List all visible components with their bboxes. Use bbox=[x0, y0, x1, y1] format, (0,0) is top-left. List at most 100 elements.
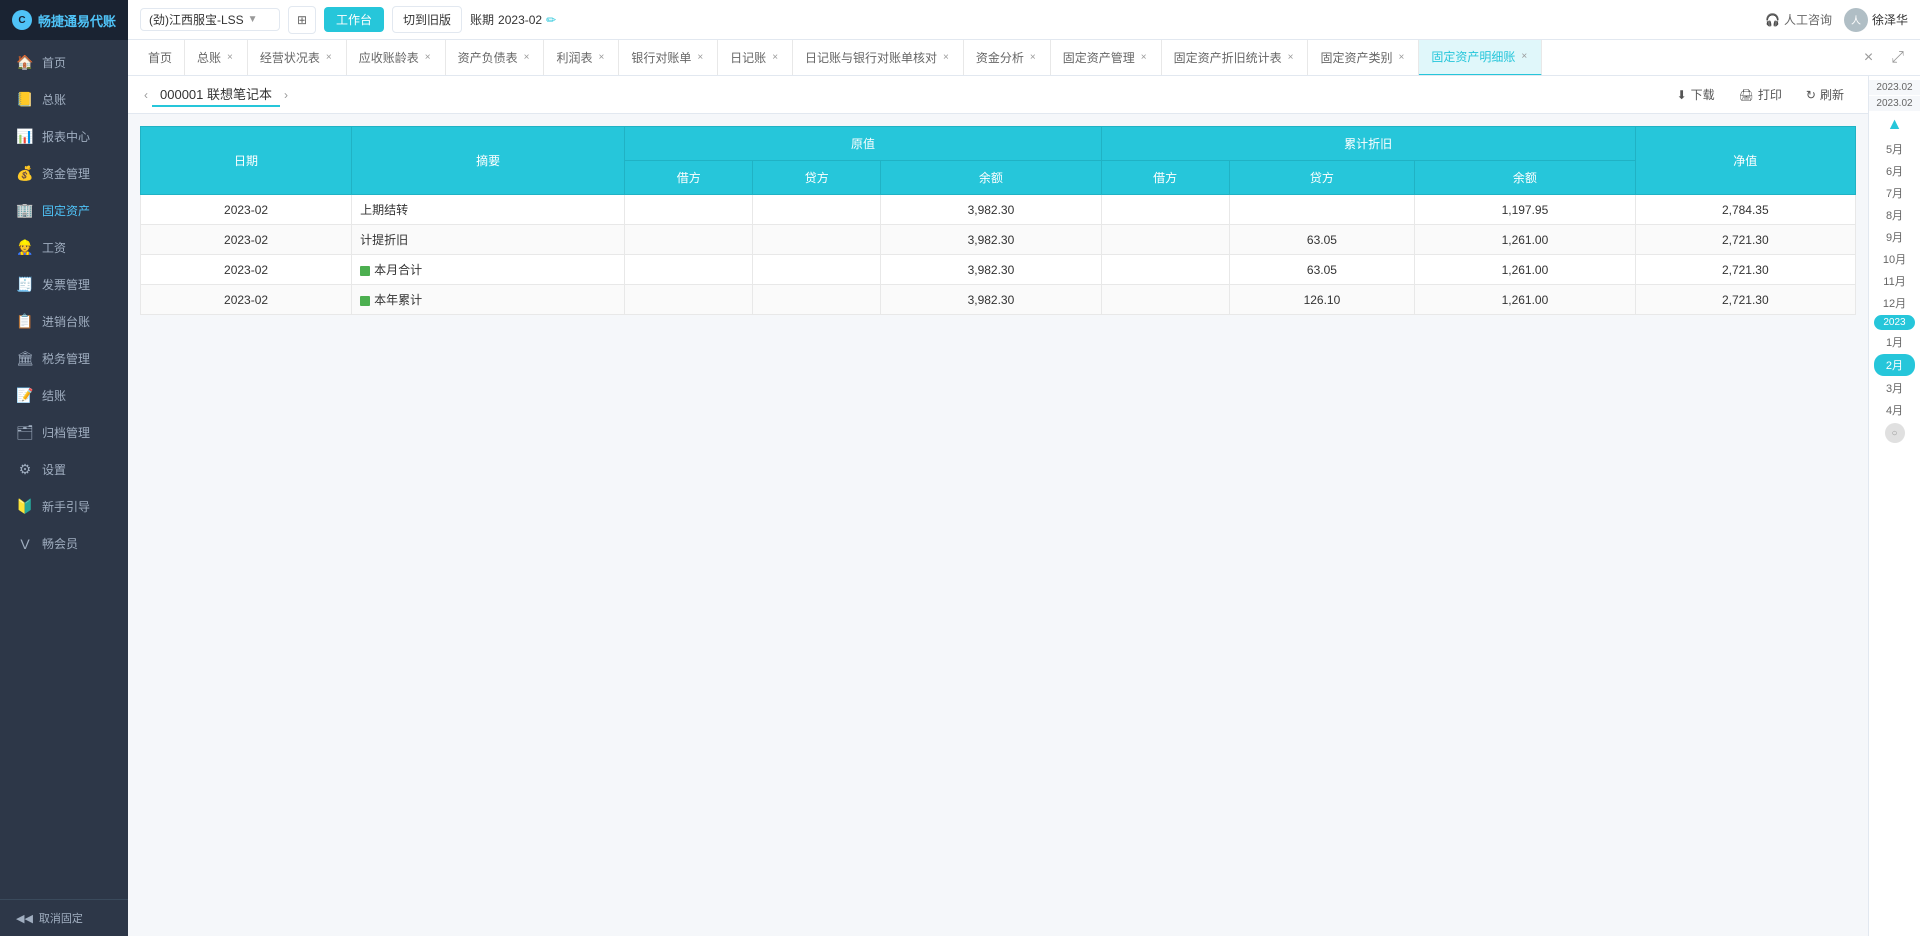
tab-close-icon[interactable]: × bbox=[324, 52, 334, 63]
avatar: 人 bbox=[1844, 8, 1868, 32]
refresh-icon: ↻ bbox=[1806, 88, 1816, 102]
sidebar-pin-button[interactable]: ◀◀ 取消固定 bbox=[0, 899, 128, 936]
edit-period-icon[interactable]: ✏ bbox=[546, 13, 556, 27]
old-version-button[interactable]: 切到旧版 bbox=[392, 6, 462, 33]
timeline-month-10[interactable]: 10月 bbox=[1869, 248, 1920, 270]
tab-label: 日记账 bbox=[730, 49, 766, 66]
close-all-button[interactable]: × bbox=[1856, 45, 1881, 71]
cell-acc-debit bbox=[1101, 285, 1229, 315]
col-orig-credit: 贷方 bbox=[753, 161, 881, 195]
timeline-month-9[interactable]: 9月 bbox=[1869, 226, 1920, 248]
tab-fa-category[interactable]: 固定资产类别 × bbox=[1308, 40, 1419, 76]
user-menu[interactable]: 人 徐泽华 bbox=[1844, 8, 1908, 32]
next-arrow-icon[interactable]: › bbox=[284, 88, 288, 102]
sidebar-item-label: 结账 bbox=[42, 387, 66, 404]
sidebar-item-settings[interactable]: ⚙ 设置 bbox=[0, 451, 128, 488]
tab-close-icon[interactable]: × bbox=[522, 52, 532, 63]
sidebar-item-payroll[interactable]: 👷 工资 bbox=[0, 229, 128, 266]
pin-label: 取消固定 bbox=[39, 910, 83, 926]
timeline-year-current[interactable]: 2023 bbox=[1874, 315, 1915, 330]
invoice-icon: 🧾 bbox=[16, 276, 34, 293]
sidebar-item-sales[interactable]: 📋 进销台账 bbox=[0, 303, 128, 340]
content-area: ‹ 000001 联想笔记本 › ⬇ 下载 🖨 打印 ↻ 刷新 bbox=[128, 76, 1920, 936]
timeline-year-2023-top[interactable]: 2023.02 bbox=[1869, 80, 1920, 95]
tab-reconcile[interactable]: 日记账与银行对账单核对 × bbox=[793, 40, 964, 76]
tab-close-icon[interactable]: × bbox=[596, 52, 606, 63]
sidebar-item-label: 税务管理 bbox=[42, 350, 90, 367]
tab-bank-statement[interactable]: 银行对账单 × bbox=[619, 40, 718, 76]
sidebar-item-reports[interactable]: 📊 报表中心 bbox=[0, 118, 128, 155]
cell-orig-balance: 3,982.30 bbox=[881, 195, 1101, 225]
tab-fa-depreciation[interactable]: 固定资产折旧统计表 × bbox=[1162, 40, 1309, 76]
service-button[interactable]: 🎧 人工咨询 bbox=[1765, 11, 1832, 28]
tab-close-icon[interactable]: × bbox=[423, 52, 433, 63]
sidebar-item-funds[interactable]: 💰 资金管理 bbox=[0, 155, 128, 192]
sidebar-item-archive[interactable]: 🗂 归档管理 bbox=[0, 414, 128, 451]
sidebar-item-label: 归档管理 bbox=[42, 424, 90, 441]
timeline-month-7[interactable]: 7月 bbox=[1869, 182, 1920, 204]
sidebar-item-invoice[interactable]: 🧾 发票管理 bbox=[0, 266, 128, 303]
print-button[interactable]: 🖨 打印 bbox=[1731, 83, 1790, 106]
table-row[interactable]: 2023-02 本年累计 3,982.30 126.10 1,261.00 2,… bbox=[141, 285, 1856, 315]
tab-close-icon[interactable]: × bbox=[941, 52, 951, 63]
ledger-icon: 📒 bbox=[16, 91, 34, 108]
breadcrumb-item[interactable]: 000001 联想笔记本 bbox=[152, 82, 280, 107]
closing-icon: 📝 bbox=[16, 387, 34, 404]
timeline-month-11[interactable]: 11月 bbox=[1869, 270, 1920, 292]
tab-profit[interactable]: 利润表 × bbox=[544, 40, 619, 76]
tab-journal[interactable]: 日记账 × bbox=[718, 40, 793, 76]
timeline-scroll-down[interactable]: ○ bbox=[1885, 423, 1905, 443]
tab-close-icon[interactable]: × bbox=[695, 52, 705, 63]
cell-acc-credit: 63.05 bbox=[1229, 225, 1415, 255]
tab-close-icon[interactable]: × bbox=[1028, 52, 1038, 63]
sidebar-item-home[interactable]: 🏠 首页 bbox=[0, 44, 128, 81]
tab-biz-status[interactable]: 经营状况表 × bbox=[248, 40, 347, 76]
timeline-month-2-active[interactable]: 2月 bbox=[1874, 354, 1915, 376]
timeline-month-4[interactable]: 4月 bbox=[1869, 399, 1920, 421]
sidebar-item-closing[interactable]: 📝 结账 bbox=[0, 377, 128, 414]
fullscreen-button[interactable]: ⤢ bbox=[1883, 45, 1912, 71]
table-row[interactable]: 2023-02 计提折旧 3,982.30 63.05 1,261.00 2,7… bbox=[141, 225, 1856, 255]
sidebar-item-tax[interactable]: 🏛 税务管理 bbox=[0, 340, 128, 377]
tab-close-icon[interactable]: × bbox=[770, 52, 780, 63]
copy-button[interactable]: ⊞ bbox=[288, 6, 316, 34]
tab-fund-analysis[interactable]: 资金分析 × bbox=[964, 40, 1051, 76]
tab-ledger[interactable]: 总账 × bbox=[185, 40, 248, 76]
tab-home[interactable]: 首页 bbox=[136, 40, 185, 76]
timeline-month-6[interactable]: 6月 bbox=[1869, 160, 1920, 182]
sidebar-item-fixed-assets[interactable]: 🏢 固定资产 bbox=[0, 192, 128, 229]
cell-summary: 本月合计 bbox=[352, 255, 625, 285]
download-button[interactable]: ⬇ 下载 bbox=[1669, 83, 1723, 106]
sidebar-item-membership[interactable]: V 畅会员 bbox=[0, 525, 128, 562]
prev-arrow-icon[interactable]: ‹ bbox=[144, 88, 148, 102]
timeline-up-button[interactable]: ▲ bbox=[1883, 112, 1907, 138]
timeline-month-8[interactable]: 8月 bbox=[1869, 204, 1920, 226]
sidebar-item-guide[interactable]: 🔰 新手引导 bbox=[0, 488, 128, 525]
tab-fa-management[interactable]: 固定资产管理 × bbox=[1051, 40, 1162, 76]
tab-close-icon[interactable]: × bbox=[1519, 51, 1529, 62]
tab-ar-aging[interactable]: 应收账龄表 × bbox=[347, 40, 446, 76]
tab-close-icon[interactable]: × bbox=[1396, 52, 1406, 63]
timeline-month-1[interactable]: 1月 bbox=[1869, 331, 1920, 353]
tab-label: 首页 bbox=[148, 49, 172, 66]
timeline-month-12[interactable]: 12月 bbox=[1869, 292, 1920, 314]
tab-close-icon[interactable]: × bbox=[225, 52, 235, 63]
cell-date: 2023-02 bbox=[141, 195, 352, 225]
sidebar-item-ledger[interactable]: 📒 总账 bbox=[0, 81, 128, 118]
tab-close-icon[interactable]: × bbox=[1139, 52, 1149, 63]
tab-balance-sheet[interactable]: 资产负债表 × bbox=[446, 40, 545, 76]
sidebar-item-label: 进销台账 bbox=[42, 313, 90, 330]
company-selector[interactable]: (劲)江西服宝-LSS ▼ bbox=[140, 8, 280, 31]
tab-fa-detail[interactable]: 固定资产明细账 × bbox=[1419, 40, 1542, 76]
timeline-month-3[interactable]: 3月 bbox=[1869, 377, 1920, 399]
col-acc-credit: 贷方 bbox=[1229, 161, 1415, 195]
table-row[interactable]: 2023-02 本月合计 3,982.30 63.05 1,261.00 2,7… bbox=[141, 255, 1856, 285]
timeline-year-2023-b[interactable]: 2023.02 bbox=[1869, 96, 1920, 111]
tab-close-icon[interactable]: × bbox=[1286, 52, 1296, 63]
cell-summary: 本年累计 bbox=[352, 285, 625, 315]
cell-orig-credit bbox=[753, 225, 881, 255]
refresh-button[interactable]: ↻ 刷新 bbox=[1798, 83, 1852, 106]
workspace-button[interactable]: 工作台 bbox=[324, 7, 384, 32]
timeline-month-5[interactable]: 5月 bbox=[1869, 138, 1920, 160]
table-row[interactable]: 2023-02 上期结转 3,982.30 1,197.95 2,784.35 bbox=[141, 195, 1856, 225]
